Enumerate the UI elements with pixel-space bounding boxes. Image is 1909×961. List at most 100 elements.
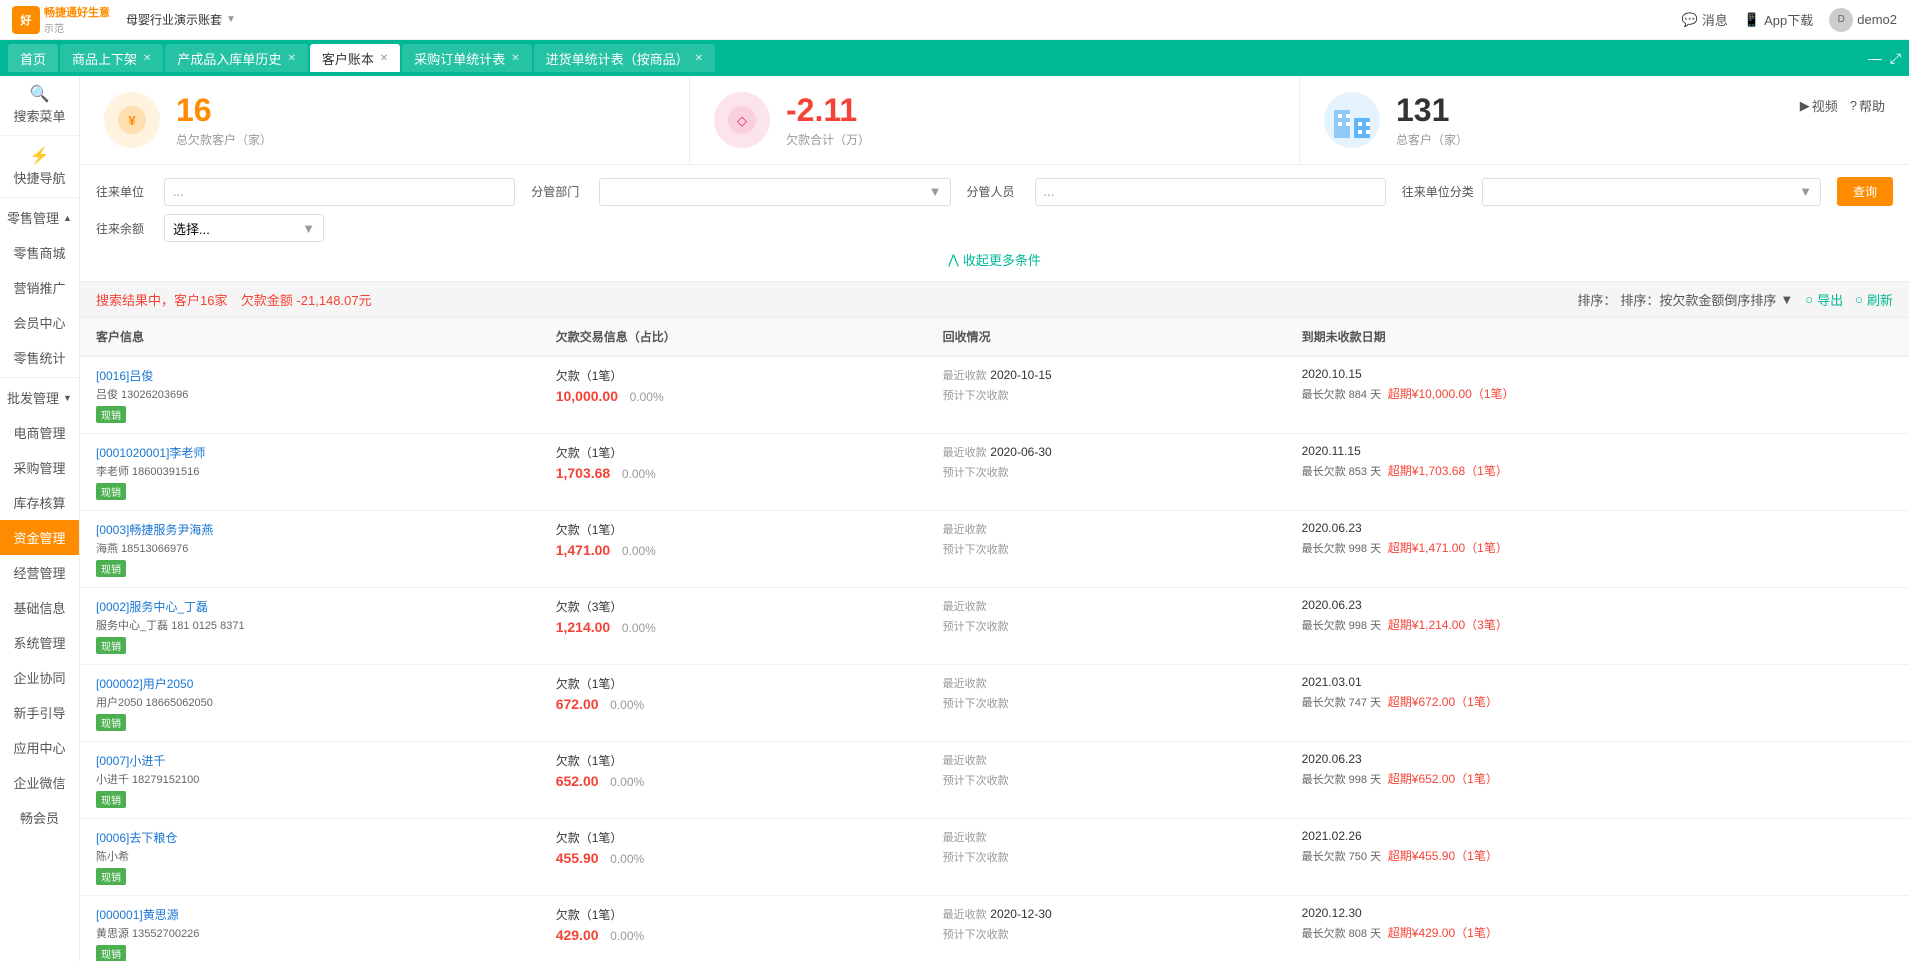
tab-collapse-icon[interactable]: — (1868, 50, 1882, 67)
tab-customer-account-close[interactable]: ✕ (380, 53, 388, 64)
tab-production-history[interactable]: 产成品入库单历史 ✕ (165, 44, 307, 72)
cell-overdue-4: 2021.03.01 最长欠款 747 天 超期¥672.00（1笔） (1286, 665, 1909, 742)
sidebar-item-retail-stats[interactable]: 零售统计 (0, 340, 79, 375)
overdue-amount-1[interactable]: 超期¥1,703.68（1笔） (1388, 464, 1508, 478)
debt-amount-row-2: 1,471.00 0.00% (556, 542, 911, 558)
category-select[interactable]: ▼ (1482, 178, 1821, 206)
sidebar-item-batch-mgmt[interactable]: 批发管理 ▼ (0, 380, 79, 415)
tab-home[interactable]: 首页 (8, 44, 58, 72)
balance-select[interactable]: 选择... ▼ (164, 214, 324, 242)
sidebar-item-finance[interactable]: 资金管理 (0, 520, 79, 555)
from-unit-input[interactable]: ... (164, 178, 515, 206)
cell-customer-info-3: [0002]服务中心_丁磊 服务中心_丁磊 181 0125 8371 现销 (80, 588, 540, 665)
sidebar-item-inventory[interactable]: 库存核算 (0, 485, 79, 520)
sidebar-item-search[interactable]: 🔍 搜索菜单 (0, 76, 79, 133)
company-dropdown-icon[interactable]: ▼ (226, 14, 236, 25)
overdue-date-3: 2020.06.23 (1302, 598, 1893, 612)
overdue-days-6: 最长欠款 750 天 (1302, 851, 1385, 863)
help-icon: ? (1850, 98, 1857, 113)
sidebar-item-operations[interactable]: 经营管理 (0, 555, 79, 590)
cell-customer-info-5: [0007]小进千 小进千 18279152100 现销 (80, 742, 540, 819)
user-profile[interactable]: D demo2 (1829, 8, 1897, 32)
sidebar-item-retail-mgmt[interactable]: 零售管理 ▲ (0, 200, 79, 235)
overdue-date-0: 2020.10.15 (1302, 367, 1893, 381)
col-recovery: 回收情况 (927, 318, 1286, 356)
person-label: 分管人员 (967, 183, 1027, 200)
overdue-amount-2[interactable]: 超期¥1,471.00（1笔） (1388, 541, 1508, 555)
sidebar-item-new-guide[interactable]: 新手引导 (0, 695, 79, 730)
department-select[interactable]: ▼ (599, 178, 950, 206)
tab-expand-icon[interactable]: ⤢ (1890, 50, 1901, 67)
sidebar-item-enterprise-wechat[interactable]: 企业微信 (0, 765, 79, 800)
cell-recovery-7: 最近收款 2020-12-30 预计下次收款 (927, 896, 1286, 961)
tab-customer-account[interactable]: 客户账本 ✕ (310, 44, 400, 72)
sidebar-item-basic-info[interactable]: 基础信息 (0, 590, 79, 625)
sidebar-item-marketing[interactable]: 营销推广 (0, 270, 79, 305)
overdue-date-1: 2020.11.15 (1302, 444, 1893, 458)
export-button[interactable]: ○ 导出 (1805, 290, 1843, 309)
filter-area: 往来单位 ... 分管部门 ▼ 分管人员 ... (80, 165, 1909, 282)
sidebar-item-enterprise-collab[interactable]: 企业协同 (0, 660, 79, 695)
person-input[interactable]: ... (1035, 178, 1386, 206)
sidebar-item-marketing-label: 营销推广 (13, 278, 65, 297)
sidebar-item-member-center[interactable]: 会员中心 (0, 305, 79, 340)
refresh-button[interactable]: ○ 刷新 (1855, 290, 1893, 309)
cell-recovery-0: 最近收款 2020-10-15 预计下次收款 (927, 356, 1286, 434)
collapse-filter-button[interactable]: ⋀ 收起更多条件 (96, 250, 1893, 269)
next-collection-5: 预计下次收款 (943, 772, 1270, 788)
sidebar-item-vip-member[interactable]: 畅会员 (0, 800, 79, 835)
customer-name-link-3[interactable]: [0002]服务中心_丁磊 (96, 598, 524, 615)
customer-name-link-4[interactable]: [000002]用户2050 (96, 675, 524, 692)
balance-placeholder: 选择... (173, 219, 210, 238)
customer-name-link-2[interactable]: [0003]畅捷服务尹海燕 (96, 521, 524, 538)
tab-purchase-order-stats[interactable]: 采购订单统计表 ✕ (402, 44, 531, 72)
tab-incoming-stats[interactable]: 进货单统计表（按商品） ✕ (534, 44, 715, 72)
overdue-amount-6[interactable]: 超期¥455.90（1笔） (1388, 849, 1498, 863)
category-dropdown-icon: ▼ (1799, 184, 1812, 199)
debt-ratio-3: 0.00% (622, 621, 656, 635)
stat-label-total-customers: 总客户（家） (1396, 131, 1784, 148)
sidebar-item-basic-info-label: 基础信息 (13, 598, 65, 617)
sidebar-item-operations-label: 经营管理 (13, 563, 65, 582)
overdue-amount-4[interactable]: 超期¥672.00（1笔） (1388, 695, 1498, 709)
debt-count-2: 欠款（1笔） (556, 521, 911, 538)
sidebar-divider-3 (0, 377, 79, 378)
overdue-amount-3[interactable]: 超期¥1,214.00（3笔） (1388, 618, 1508, 632)
sidebar-item-search-label: 搜索菜单 (13, 106, 65, 125)
sort-selector[interactable]: 排序： 排序：按欠款金额倒序排序 ▼ (1577, 290, 1793, 309)
svg-text:¥: ¥ (128, 113, 136, 128)
sidebar-item-ecommerce[interactable]: 电商管理 (0, 415, 79, 450)
overdue-amount-7[interactable]: 超期¥429.00（1笔） (1388, 926, 1498, 940)
app-download-button[interactable]: 📱 App下载 (1744, 10, 1813, 29)
tab-purchase-order-stats-close[interactable]: ✕ (511, 53, 519, 64)
sidebar-item-purchase-mgmt[interactable]: 采购管理 (0, 450, 79, 485)
overdue-amount-5[interactable]: 超期¥652.00（1笔） (1388, 772, 1498, 786)
sidebar-item-retail-mall[interactable]: 零售商城 (0, 235, 79, 270)
customer-name-link-6[interactable]: [0006]去下粮仓 (96, 829, 524, 846)
video-button[interactable]: ▶ 视频 (1800, 96, 1838, 115)
stat-info-debt-total: -2.11 欠款合计（万） (786, 92, 1275, 148)
customer-phone-6: 陈小希 (96, 848, 524, 864)
sidebar-item-quick-nav[interactable]: ⚡ 快捷导航 (0, 138, 79, 195)
next-collection-4: 预计下次收款 (943, 695, 1270, 711)
help-button[interactable]: ? 帮助 (1850, 96, 1885, 115)
search-button[interactable]: 查询 (1837, 177, 1893, 206)
tab-product-status[interactable]: 商品上下架 ✕ (60, 44, 163, 72)
customer-name-link-1[interactable]: [0001020001]李老师 (96, 444, 524, 461)
sidebar-item-app-center[interactable]: 应用中心 (0, 730, 79, 765)
customer-name-link-5[interactable]: [0007]小进千 (96, 752, 524, 769)
message-button[interactable]: 💬 消息 (1682, 10, 1728, 29)
company-selector[interactable]: 母婴行业演示账套 ▼ (126, 11, 236, 28)
customer-name-link-7[interactable]: [000001]黄思源 (96, 906, 524, 923)
overdue-days-1: 最长欠款 853 天 (1302, 466, 1385, 478)
debt-count-1: 欠款（1笔） (556, 444, 911, 461)
cell-debt-info-0: 欠款（1笔） 10,000.00 0.00% (540, 356, 927, 434)
message-label: 消息 (1702, 10, 1728, 29)
overdue-amount-0[interactable]: 超期¥10,000.00（1笔） (1388, 387, 1515, 401)
customer-name-link-0[interactable]: [0016]吕俊 (96, 367, 524, 384)
tab-production-history-close[interactable]: ✕ (287, 53, 295, 64)
tab-product-status-close[interactable]: ✕ (143, 53, 151, 64)
sidebar-item-system-mgmt[interactable]: 系统管理 (0, 625, 79, 660)
tab-incoming-stats-close[interactable]: ✕ (695, 53, 703, 64)
debt-amount-row-3: 1,214.00 0.00% (556, 619, 911, 635)
